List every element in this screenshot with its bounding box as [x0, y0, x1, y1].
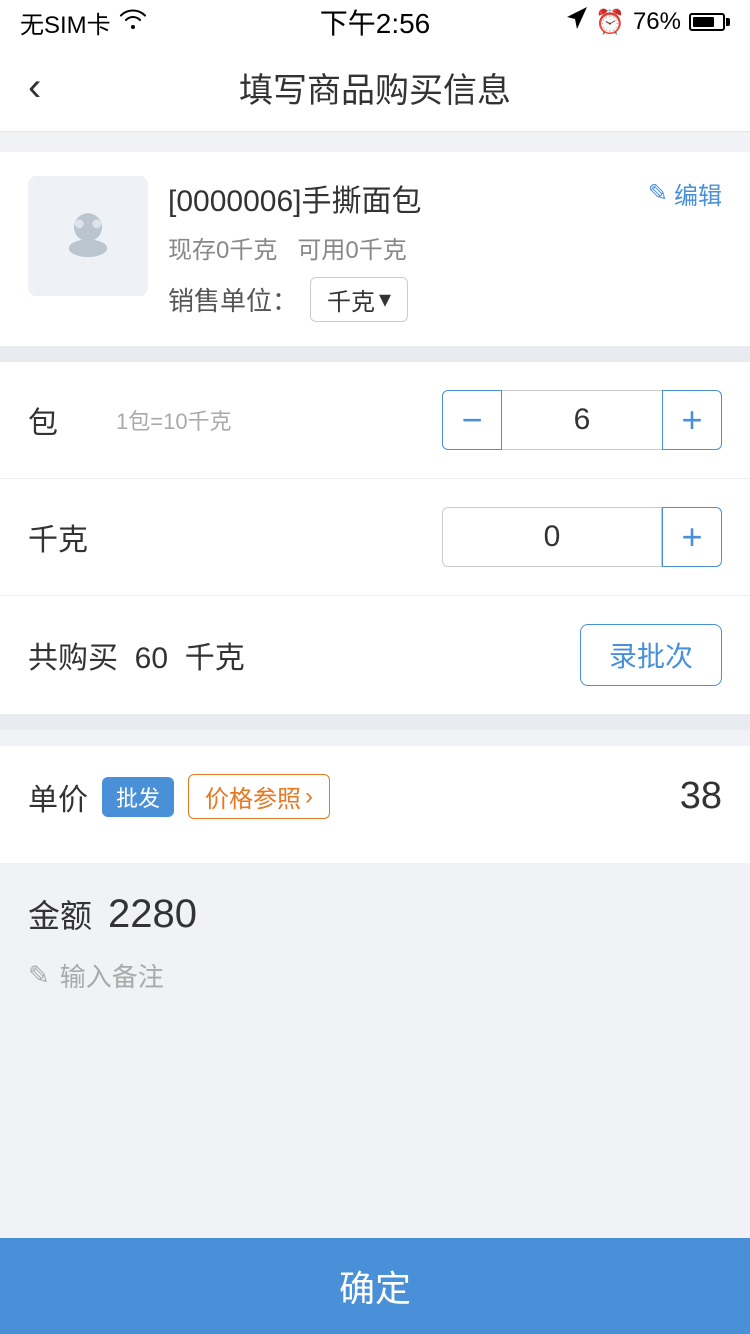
bag-plus-button[interactable]: + [662, 390, 722, 450]
bottom-spacer [0, 1014, 750, 1124]
divider-1 [0, 346, 750, 362]
unit-prefix-label: 销售单位： [168, 281, 298, 318]
bag-input-row: 包 1包=10千克 − + [0, 362, 750, 479]
summary-unit: 千克 [185, 642, 245, 675]
nav-bar: ‹ 填写商品购买信息 [0, 44, 750, 132]
kg-plus-button[interactable]: + [662, 507, 722, 567]
status-right: ⏰ 76% [567, 7, 730, 38]
bag-stepper: − + [442, 390, 722, 450]
note-icon: ✎ [28, 960, 50, 991]
unit-select[interactable]: 千克 ▾ [310, 277, 408, 322]
summary-text: 共购买 60 千克 [28, 633, 245, 677]
product-info: [0000006]手撕面包 现存0千克 可用0千克 销售单位： 千克 ▾ [168, 176, 722, 322]
amount-label: 金额 [28, 891, 92, 937]
edit-icon: ✎ [648, 179, 668, 208]
price-section: 单价 批发 价格参照 › 38 [0, 746, 750, 863]
battery-icon [689, 13, 730, 31]
status-time: 下午2:56 [320, 2, 431, 42]
bag-sublabel: 1包=10千克 [116, 404, 442, 436]
product-stock: 现存0千克 可用0千克 [168, 230, 722, 265]
kg-quantity-input[interactable] [442, 507, 662, 567]
amount-row: 金额 2280 [28, 891, 722, 937]
price-row: 单价 批发 价格参照 › 38 [28, 774, 722, 819]
wifi-icon [119, 8, 147, 36]
price-label: 单价 [28, 775, 88, 819]
back-button[interactable]: ‹ [28, 65, 61, 110]
note-row[interactable]: ✎ 输入备注 [28, 957, 722, 994]
status-bar: 无SIM卡 下午2:56 ⏰ 76% [0, 0, 750, 44]
price-ref-button[interactable]: 价格参照 › [188, 774, 330, 819]
available-text: 可用0千克 [297, 237, 406, 264]
edit-button[interactable]: ✎ 编辑 [648, 176, 722, 211]
unit-value: 千克 [327, 282, 375, 317]
summary-row: 共购买 60 千克 录批次 [0, 596, 750, 714]
kg-input-row: 千克 + [0, 479, 750, 596]
product-name: [0000006]手撕面包 [168, 176, 722, 220]
price-type-tag: 批发 [102, 777, 174, 817]
price-value: 38 [680, 775, 722, 818]
quantity-section: 包 1包=10千克 − + 千克 + [0, 362, 750, 596]
kg-stepper: + [442, 507, 722, 567]
bag-quantity-input[interactable] [502, 390, 662, 450]
note-placeholder: 输入备注 [60, 957, 164, 994]
page-title: 填写商品购买信息 [239, 63, 511, 112]
bag-minus-button[interactable]: − [442, 390, 502, 450]
product-unit-row: 销售单位： 千克 ▾ [168, 277, 722, 322]
price-ref-arrow: › [305, 783, 313, 811]
unit-dropdown-icon: ▾ [379, 285, 391, 314]
summary-prefix: 共购买 [28, 642, 118, 675]
stock-text: 现存0千克 [168, 237, 277, 264]
price-ref-label: 价格参照 [205, 779, 301, 814]
confirm-button[interactable]: 确定 [0, 1238, 750, 1334]
kg-label: 千克 [28, 515, 108, 559]
alarm-icon: ⏰ [595, 8, 625, 37]
location-icon [567, 7, 587, 38]
status-left: 无SIM卡 [20, 5, 147, 40]
bag-label: 包 [28, 398, 108, 442]
battery-percent: 76% [633, 8, 681, 36]
edit-label: 编辑 [674, 176, 722, 211]
amount-section: 金额 2280 ✎ 输入备注 [0, 863, 750, 1014]
divider-2 [0, 714, 750, 730]
product-thumbnail-icon [53, 201, 123, 271]
product-image [28, 176, 148, 296]
amount-value: 2280 [108, 892, 197, 937]
summary-amount: 60 [135, 642, 168, 675]
carrier-text: 无SIM卡 [20, 5, 111, 40]
batch-button[interactable]: 录批次 [580, 624, 722, 686]
product-card: [0000006]手撕面包 现存0千克 可用0千克 销售单位： 千克 ▾ ✎ 编… [0, 152, 750, 346]
